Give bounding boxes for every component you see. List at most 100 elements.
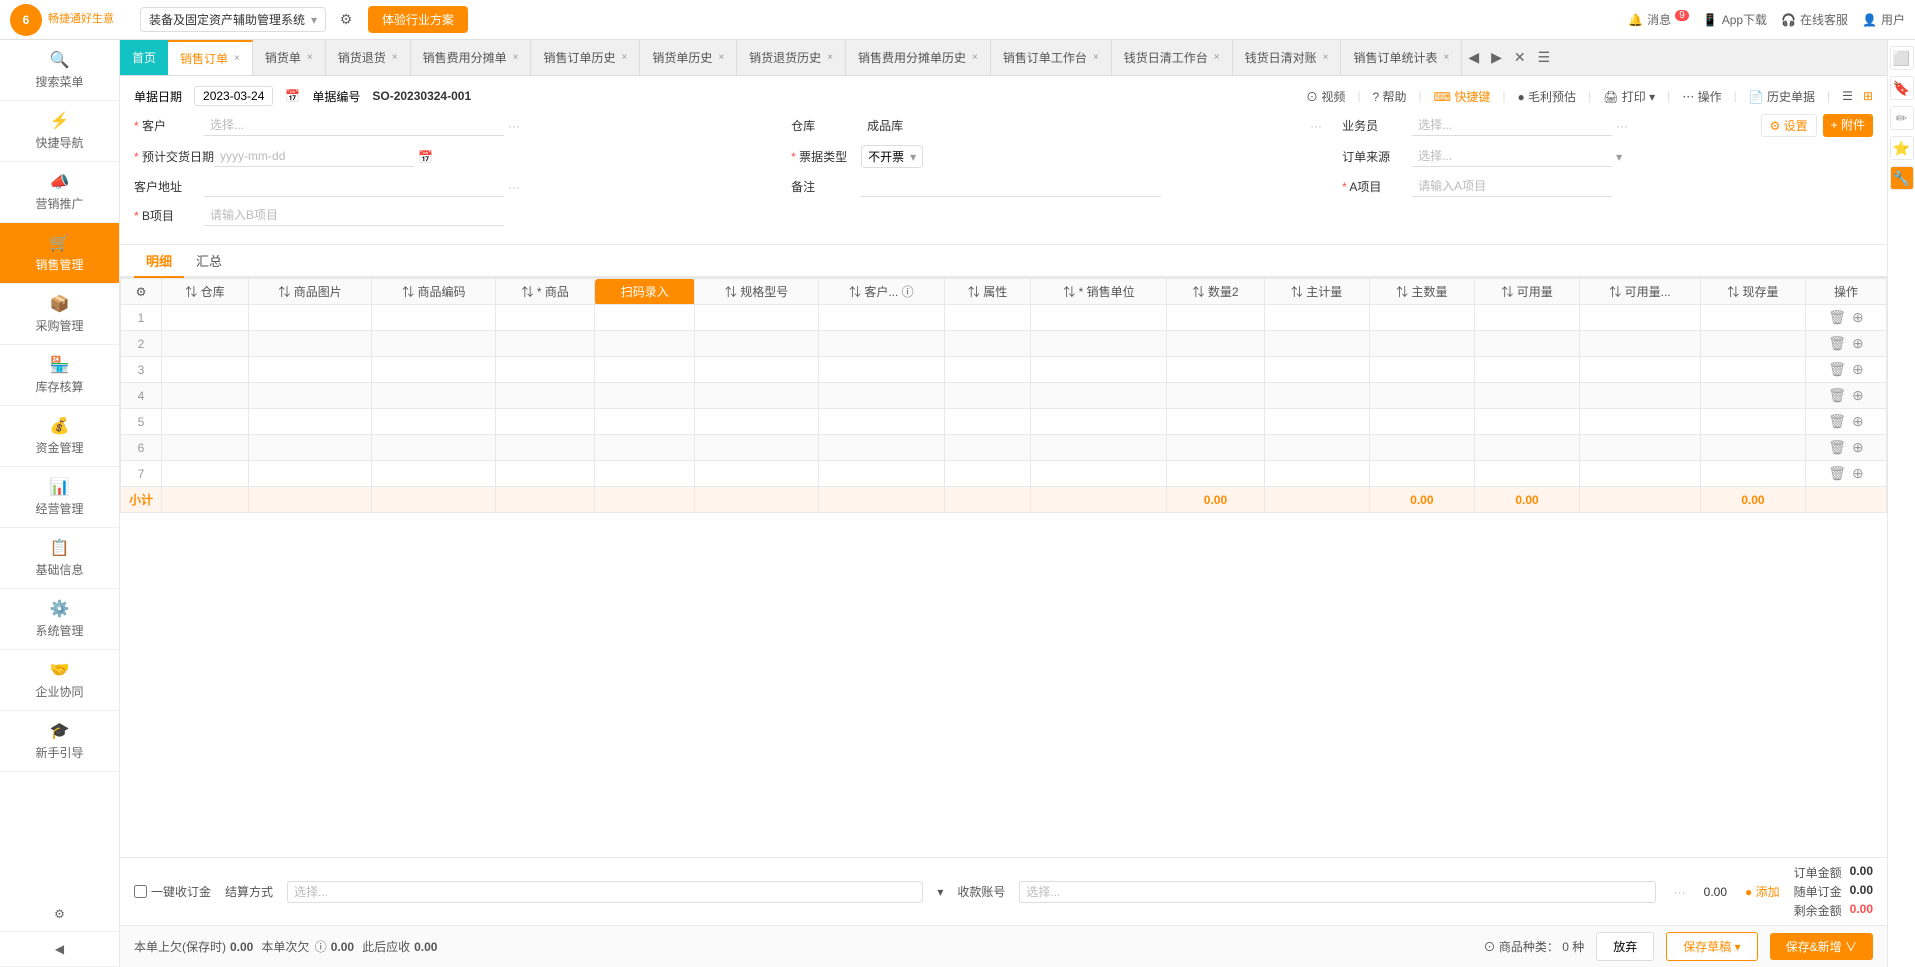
warehouse-expand-icon[interactable]: ··· bbox=[1310, 119, 1322, 133]
quick-checkout-check[interactable] bbox=[134, 885, 147, 898]
message-button[interactable]: 🔔 消息 9 bbox=[1628, 11, 1689, 28]
address-expand-icon[interactable]: ··· bbox=[508, 180, 520, 194]
tab-expense[interactable]: 销售费用分摊单 × bbox=[411, 40, 532, 76]
system-title[interactable]: 装备及固定资产辅助管理系统 ▾ bbox=[140, 7, 326, 32]
solution-button[interactable]: 体验行业方案 bbox=[368, 6, 468, 33]
sidebar-item-nav[interactable]: ⚡ 快捷导航 bbox=[0, 101, 119, 162]
staff-expand-icon[interactable]: ··· bbox=[1616, 119, 1628, 133]
tab-return-history[interactable]: 销货退货历史 × bbox=[737, 40, 846, 76]
help-button[interactable]: ? 帮助 bbox=[1373, 88, 1407, 105]
tab-sales-stats[interactable]: 销售订单统计表 × bbox=[1341, 40, 1462, 76]
tab-invoice-history[interactable]: 销货单历史 × bbox=[640, 40, 737, 76]
sidebar-item-search[interactable]: 🔍 搜索菜单 bbox=[0, 40, 119, 101]
col-main-qty[interactable]: ⇅ 主数量 bbox=[1369, 279, 1474, 305]
bank-expand-icon[interactable]: ··· bbox=[1674, 885, 1686, 899]
col-settings[interactable]: ⚙ bbox=[121, 279, 162, 305]
col-product[interactable]: ⇅ * 商品 bbox=[496, 279, 595, 305]
order-source-input[interactable] bbox=[1412, 146, 1612, 167]
print-button[interactable]: 🖨 打印 ▾ bbox=[1603, 88, 1655, 105]
sidebar-item-basic-info[interactable]: 📋 基础信息 bbox=[0, 528, 119, 589]
shortcut-button[interactable]: ⌨ 快捷键 bbox=[1434, 88, 1491, 105]
sidebar-item-operations[interactable]: 📊 经营管理 bbox=[0, 467, 119, 528]
delete-row-icon[interactable]: 🗑 bbox=[1828, 309, 1846, 326]
copy-row-icon[interactable]: ⊕ bbox=[1852, 309, 1864, 326]
delivery-input[interactable] bbox=[214, 146, 414, 167]
sidebar-item-marketing[interactable]: 📣 营销推广 bbox=[0, 162, 119, 223]
view-toggle-grid[interactable]: ⊞ bbox=[1863, 89, 1873, 103]
delete-row-icon[interactable]: 🗑 bbox=[1828, 439, 1846, 456]
tab-home[interactable]: 首页 bbox=[120, 40, 168, 76]
b-project-input[interactable] bbox=[204, 205, 504, 226]
col-unit[interactable]: ⇅ * 销售单位 bbox=[1031, 279, 1167, 305]
col-avail2[interactable]: ⇅ 可用量... bbox=[1580, 279, 1701, 305]
tab-return[interactable]: 销货退货 × bbox=[326, 40, 411, 76]
add-attachment-button[interactable]: + 附件 bbox=[1823, 114, 1873, 137]
copy-row-icon[interactable]: ⊕ bbox=[1852, 335, 1864, 352]
delete-row-icon[interactable]: 🗑 bbox=[1828, 465, 1846, 482]
tab-next-button[interactable]: ▶ bbox=[1485, 40, 1508, 76]
rp-icon-1[interactable]: ⬜ bbox=[1890, 46, 1914, 70]
col-qty2[interactable]: ⇅ 数量2 bbox=[1167, 279, 1264, 305]
close-tab-icon[interactable]: × bbox=[1093, 52, 1099, 63]
history-button[interactable]: 📄 历史单据 bbox=[1749, 88, 1815, 105]
sidebar-item-guide[interactable]: 🎓 新手引导 bbox=[0, 711, 119, 772]
copy-row-icon[interactable]: ⊕ bbox=[1852, 387, 1864, 404]
address-input[interactable] bbox=[204, 176, 504, 197]
ticket-select[interactable]: 不开票 ▾ bbox=[861, 145, 923, 168]
bank-input[interactable] bbox=[1019, 881, 1655, 903]
a-project-input[interactable] bbox=[1412, 176, 1612, 197]
sidebar-item-inventory[interactable]: 🏪 库存核算 bbox=[0, 345, 119, 406]
delete-row-icon[interactable]: 🗑 bbox=[1828, 387, 1846, 404]
settings-icon[interactable]: ⚙ bbox=[332, 6, 360, 34]
delivery-calendar-icon[interactable]: 📅 bbox=[418, 150, 433, 164]
col-code[interactable]: ⇅ 商品编码 bbox=[372, 279, 496, 305]
col-avail[interactable]: ⇅ 可用量 bbox=[1474, 279, 1579, 305]
profit-button[interactable]: ● 毛利预估 bbox=[1517, 88, 1576, 105]
user-button[interactable]: 👤 用户 bbox=[1862, 11, 1905, 28]
payment-method-input[interactable] bbox=[287, 881, 923, 903]
col-attr[interactable]: ⇅ 属性 bbox=[944, 279, 1031, 305]
calendar-icon[interactable]: 📅 bbox=[285, 89, 300, 103]
sidebar-item-finance[interactable]: 💰 资金管理 bbox=[0, 406, 119, 467]
customer-input[interactable] bbox=[204, 115, 504, 136]
sidebar-settings[interactable]: ⚙ bbox=[0, 897, 119, 932]
rp-icon-5[interactable]: 🔧 bbox=[1890, 166, 1914, 190]
close-tab-icon[interactable]: × bbox=[718, 52, 724, 63]
col-spec[interactable]: ⇅ 规格型号 bbox=[695, 279, 819, 305]
tab-expense-history[interactable]: 销售费用分摊单历史 × bbox=[846, 40, 991, 76]
view-toggle-list[interactable]: ☰ bbox=[1842, 89, 1853, 103]
remark-input[interactable] bbox=[861, 176, 1161, 197]
rp-icon-4[interactable]: ⭐ bbox=[1890, 136, 1914, 160]
sidebar-item-collab[interactable]: 🤝 企业协同 bbox=[0, 650, 119, 711]
sidebar-item-system[interactable]: ⚙️ 系统管理 bbox=[0, 589, 119, 650]
customer-expand-icon[interactable]: ··· bbox=[508, 119, 520, 133]
settings-button[interactable]: ⚙ 设置 bbox=[1761, 114, 1817, 137]
tab-cash-workspace[interactable]: 钱货日清工作台 × bbox=[1112, 40, 1233, 76]
col-image[interactable]: ⇅ 商品图片 bbox=[248, 279, 372, 305]
close-tab-icon[interactable]: × bbox=[392, 52, 398, 63]
col-warehouse[interactable]: ⇅ 仓库 bbox=[162, 279, 249, 305]
col-main-unit[interactable]: ⇅ 主计量 bbox=[1264, 279, 1369, 305]
sidebar-item-sales[interactable]: 🛒 销售管理 bbox=[0, 223, 119, 284]
tab-order-workspace[interactable]: 销售订单工作台 × bbox=[991, 40, 1112, 76]
sidebar-collapse[interactable]: ◀ bbox=[0, 932, 119, 967]
rp-icon-2[interactable]: 🔖 bbox=[1890, 76, 1914, 100]
close-tab-icon[interactable]: × bbox=[1214, 52, 1220, 63]
quick-checkout-checkbox[interactable]: 一键收订金 bbox=[134, 883, 211, 900]
close-tab-icon[interactable]: × bbox=[513, 52, 519, 63]
tab-summary[interactable]: 汇总 bbox=[184, 245, 234, 278]
copy-row-icon[interactable]: ⊕ bbox=[1852, 465, 1864, 482]
save-draft-button[interactable]: 保存草稿 ▾ bbox=[1666, 932, 1757, 961]
close-tab-icon[interactable]: × bbox=[1443, 52, 1449, 63]
delete-row-icon[interactable]: 🗑 bbox=[1828, 413, 1846, 430]
video-button[interactable]: ⊙ 视频 bbox=[1306, 88, 1345, 105]
close-tab-icon[interactable]: × bbox=[972, 52, 978, 63]
sidebar-item-purchase[interactable]: 📦 采购管理 bbox=[0, 284, 119, 345]
app-download-button[interactable]: 📱 App下载 bbox=[1703, 11, 1767, 28]
add-button[interactable]: ● 添加 bbox=[1745, 883, 1780, 900]
copy-row-icon[interactable]: ⊕ bbox=[1852, 439, 1864, 456]
tab-close-button[interactable]: ✕ bbox=[1508, 40, 1532, 76]
col-current[interactable]: ⇅ 现存量 bbox=[1700, 279, 1805, 305]
staff-input[interactable] bbox=[1412, 115, 1612, 136]
col-customer[interactable]: ⇅ 客户... ⓘ bbox=[818, 279, 944, 305]
